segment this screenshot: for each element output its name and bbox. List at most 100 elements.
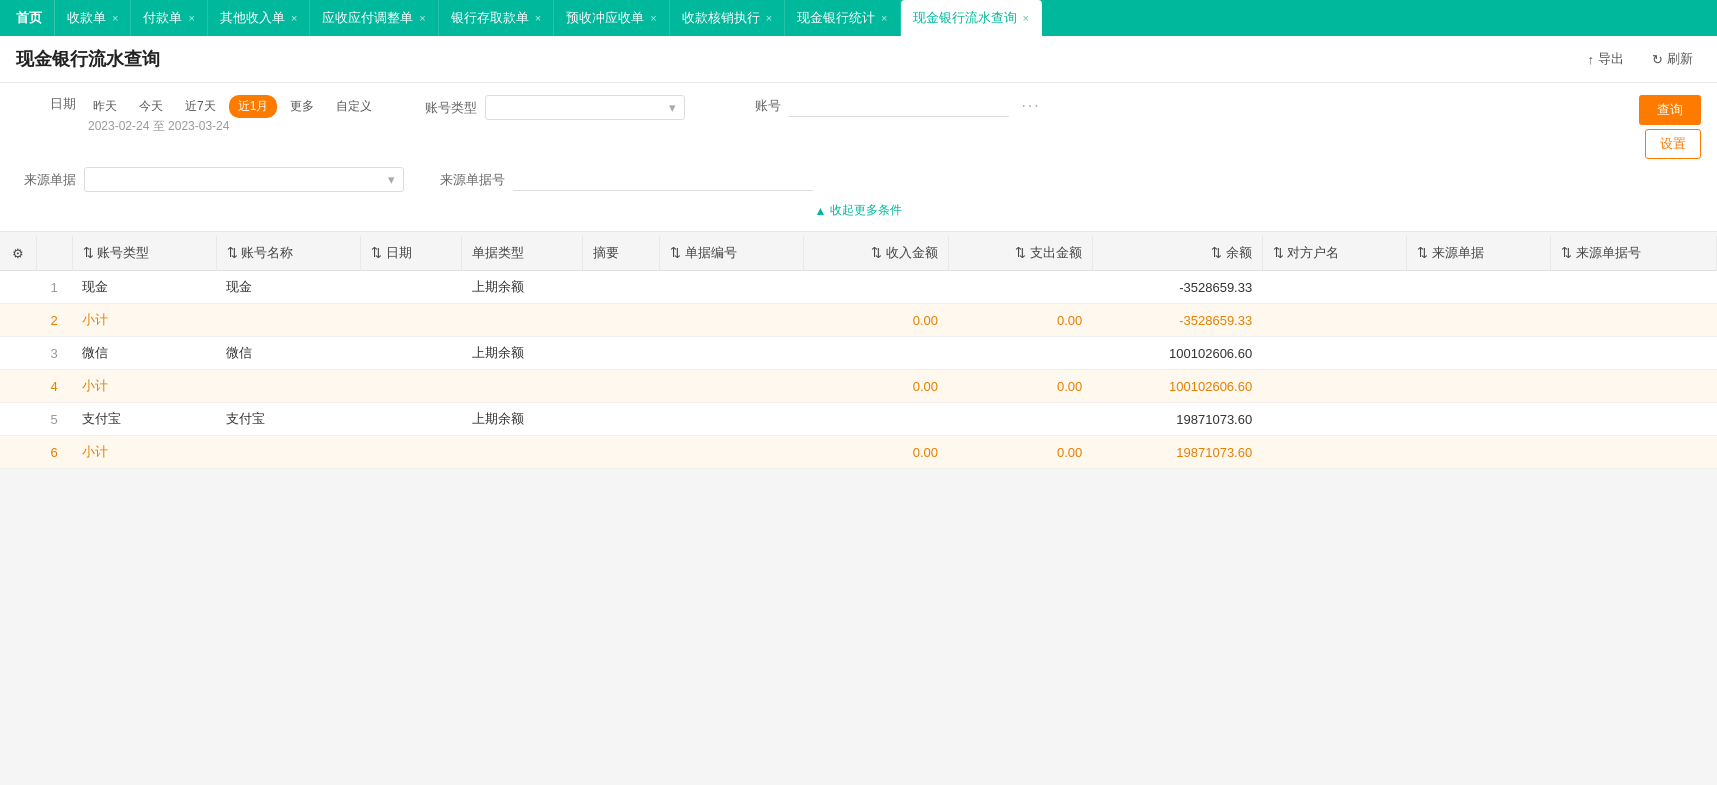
table-cell — [216, 436, 360, 469]
table-cell — [462, 370, 582, 403]
table-cell: 4 — [36, 370, 72, 403]
export-button[interactable]: ↑ 导出 — [1580, 46, 1633, 72]
table-cell — [216, 370, 360, 403]
date-options: 昨天 今天 近7天 近1月 更多 自定义 — [84, 95, 381, 118]
col-doc-no[interactable]: ⇅ 单据编号 — [660, 236, 804, 271]
close-payment-icon[interactable]: × — [188, 12, 194, 24]
table-cell: 0.00 — [948, 370, 1092, 403]
table-cell — [0, 436, 36, 469]
query-button[interactable]: 查询 — [1639, 95, 1701, 125]
nav-other-income[interactable]: 其他收入单 × — [208, 0, 310, 36]
col-summary: 摘要 — [582, 236, 659, 271]
account-input[interactable] — [789, 95, 1009, 117]
table-cell: 小计 — [72, 436, 216, 469]
close-adjustment-icon[interactable]: × — [419, 12, 425, 24]
table-cell — [462, 436, 582, 469]
close-bank-stats-icon[interactable]: × — [881, 12, 887, 24]
collapse-bar[interactable]: ▲ 收起更多条件 — [16, 198, 1701, 223]
table-cell — [1406, 436, 1550, 469]
date-custom[interactable]: 自定义 — [327, 95, 381, 118]
source-doc-no-input[interactable] — [513, 169, 813, 191]
date-yesterday[interactable]: 昨天 — [84, 95, 126, 118]
close-writeoff-icon[interactable]: × — [766, 12, 772, 24]
table-cell: 2 — [36, 304, 72, 337]
nav-adjustment[interactable]: 应收应付调整单 × — [310, 0, 438, 36]
col-account-type[interactable]: ⇅ 账号类型 — [72, 236, 216, 271]
date-7days[interactable]: 近7天 — [176, 95, 225, 118]
col-account-name[interactable]: ⇅ 账号名称 — [216, 236, 360, 271]
table-cell: -3528659.33 — [1092, 304, 1262, 337]
nav-bank-flow[interactable]: 现金银行流水查询 × — [901, 0, 1042, 36]
table-cell — [0, 403, 36, 436]
account-type-select[interactable]: ▾ — [485, 95, 685, 120]
page-header: 现金银行流水查询 ↑ 导出 ↻ 刷新 — [0, 36, 1717, 83]
table-cell: 上期余额 — [462, 403, 582, 436]
account-dots-button[interactable]: ··· — [1017, 97, 1044, 115]
nav-payment[interactable]: 付款单 × — [131, 0, 207, 36]
refresh-button[interactable]: ↻ 刷新 — [1644, 46, 1701, 72]
close-receipt-icon[interactable]: × — [112, 12, 118, 24]
date-more[interactable]: 更多 — [281, 95, 323, 118]
table-row: 3微信微信上期余额100102606.60 — [0, 337, 1717, 370]
table-cell — [804, 271, 948, 304]
source-doc-chevron-icon: ▾ — [388, 172, 395, 187]
table-cell — [1406, 403, 1550, 436]
table-cell: 支付宝 — [72, 403, 216, 436]
table-cell — [462, 304, 582, 337]
table-cell — [660, 271, 804, 304]
gear-icon[interactable]: ⚙ — [12, 246, 24, 261]
table-cell — [1551, 436, 1717, 469]
source-doc-label: 来源单据 — [16, 171, 76, 189]
col-counterparty[interactable]: ⇅ 对方户名 — [1262, 236, 1406, 271]
table-cell: 现金 — [72, 271, 216, 304]
nav-home[interactable]: 首页 — [4, 0, 55, 36]
nav-prepayment[interactable]: 预收冲应收单 × — [554, 0, 669, 36]
col-date[interactable]: ⇅ 日期 — [361, 236, 462, 271]
top-navigation: 首页 收款单 × 付款单 × 其他收入单 × 应收应付调整单 × 银行存取款单 … — [0, 0, 1717, 36]
table-row: 2小计0.000.00-3528659.33 — [0, 304, 1717, 337]
table-cell — [660, 436, 804, 469]
close-bank-flow-icon[interactable]: × — [1023, 12, 1029, 24]
col-source-doc[interactable]: ⇅ 来源单据 — [1406, 236, 1550, 271]
table-cell — [0, 271, 36, 304]
date-1month[interactable]: 近1月 — [229, 95, 278, 118]
table-cell — [1551, 304, 1717, 337]
table-cell — [804, 403, 948, 436]
col-expense[interactable]: ⇅ 支出金额 — [948, 236, 1092, 271]
close-bank-deposit-icon[interactable]: × — [535, 12, 541, 24]
col-source-doc-no[interactable]: ⇅ 来源单据号 — [1551, 236, 1717, 271]
close-other-income-icon[interactable]: × — [291, 12, 297, 24]
settings-button[interactable]: 设置 — [1645, 129, 1701, 159]
nav-bank-stats[interactable]: 现金银行统计 × — [785, 0, 900, 36]
source-doc-select[interactable]: ▾ — [84, 167, 404, 192]
col-income[interactable]: ⇅ 收入金额 — [804, 236, 948, 271]
table-cell: 小计 — [72, 370, 216, 403]
table-row: 5支付宝支付宝上期余额19871073.60 — [0, 403, 1717, 436]
table-cell — [1551, 271, 1717, 304]
nav-receipt[interactable]: 收款单 × — [55, 0, 131, 36]
col-balance[interactable]: ⇅ 余额 — [1092, 236, 1262, 271]
date-today[interactable]: 今天 — [130, 95, 172, 118]
account-type-chevron-icon: ▾ — [669, 100, 676, 115]
table-cell: 100102606.60 — [1092, 337, 1262, 370]
table-wrapper: ⚙ ⇅ 账号类型 ⇅ 账号名称 ⇅ 日期 单据类型 摘要 ⇅ 单据编号 — [0, 236, 1717, 469]
nav-bank-deposit[interactable]: 银行存取款单 × — [439, 0, 554, 36]
nav-writeoff[interactable]: 收款核销执行 × — [670, 0, 785, 36]
table-row: 4小计0.000.00100102606.60 — [0, 370, 1717, 403]
table-cell: 6 — [36, 436, 72, 469]
table-cell: 小计 — [72, 304, 216, 337]
close-prepayment-icon[interactable]: × — [650, 12, 656, 24]
table-cell — [582, 271, 659, 304]
table-cell: 0.00 — [948, 436, 1092, 469]
table-cell — [1262, 370, 1406, 403]
collapse-up-icon: ▲ — [815, 204, 827, 218]
header-actions: ↑ 导出 ↻ 刷新 — [1580, 46, 1702, 72]
col-gear[interactable]: ⚙ — [0, 236, 36, 271]
table-cell — [0, 337, 36, 370]
table-cell — [582, 370, 659, 403]
table-cell: 0.00 — [804, 370, 948, 403]
table-cell — [948, 271, 1092, 304]
table-cell — [1406, 337, 1550, 370]
table-cell — [1406, 271, 1550, 304]
table-cell — [361, 436, 462, 469]
